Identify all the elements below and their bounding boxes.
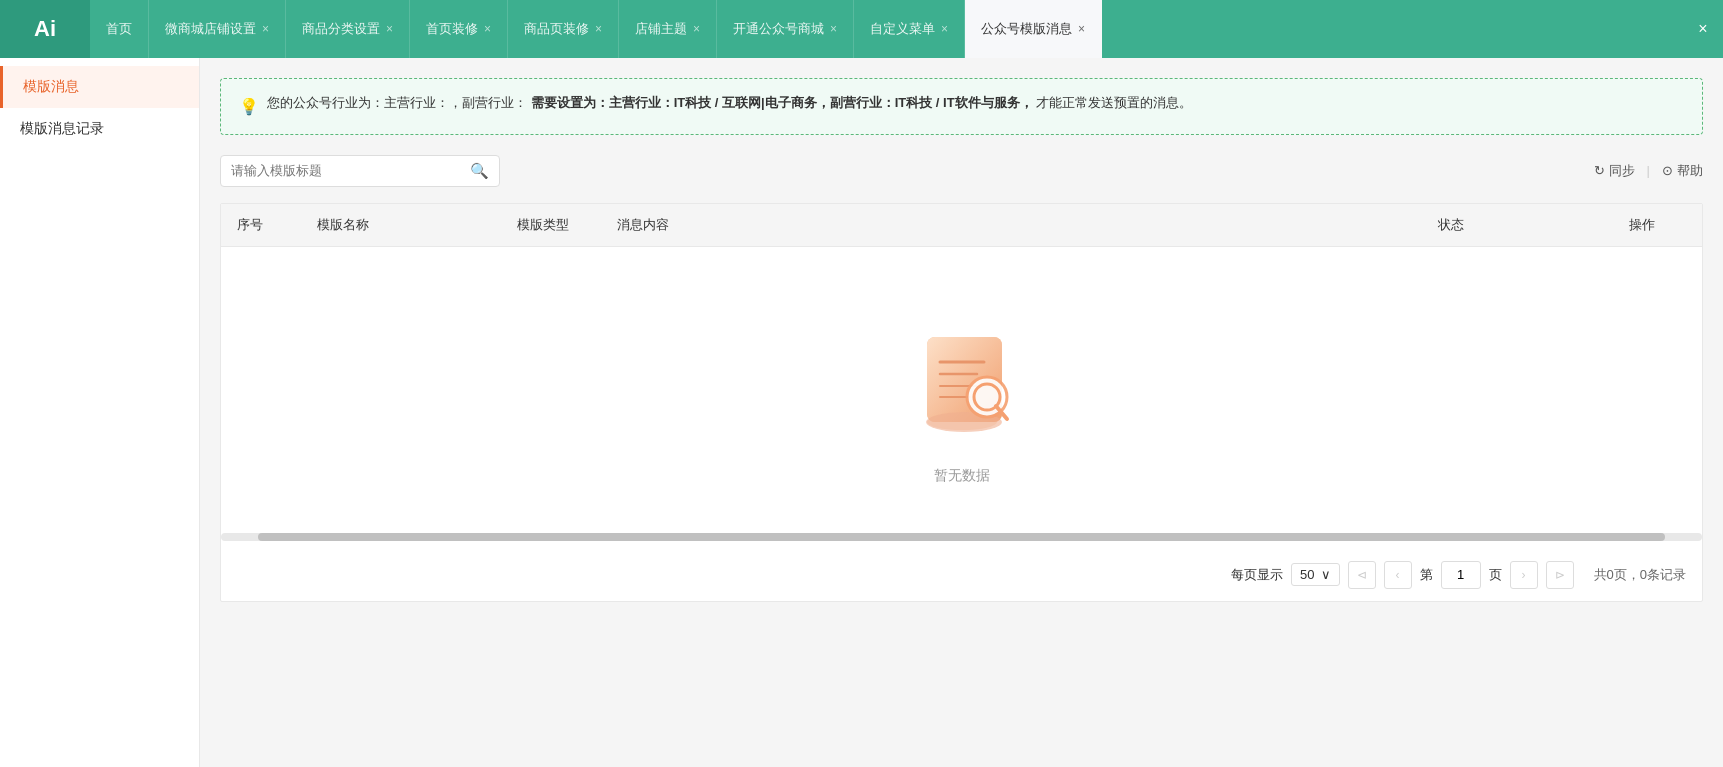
tab-close-1[interactable]: ×	[262, 22, 269, 36]
sidebar: 模版消息模版消息记录	[0, 58, 200, 767]
chevron-down-icon: ∨	[1321, 567, 1331, 582]
help-icon: ⊙	[1662, 163, 1673, 178]
alert-icon: 💡	[239, 94, 259, 120]
nav-tab-0[interactable]: 首页	[90, 0, 149, 58]
nav-tab-7[interactable]: 自定义菜单×	[854, 0, 965, 58]
tab-close-4[interactable]: ×	[595, 22, 602, 36]
table-header: 序号 模版名称 模版类型 消息内容 状态 操作	[221, 204, 1702, 247]
alert-text: 您的公众号行业为：主营行业：，副营行业： 需要设置为：主营行业：IT科技 / 互…	[267, 93, 1192, 114]
nav-tabs: 首页微商城店铺设置×商品分类设置×首页装修×商品页装修×店铺主题×开通公众号商城…	[90, 0, 1683, 58]
empty-icon	[892, 307, 1032, 447]
toolbar-right: ↻ 同步 | ⊙ 帮助	[1594, 162, 1703, 180]
search-input[interactable]	[231, 163, 462, 178]
nav-tab-4[interactable]: 商品页装修×	[508, 0, 619, 58]
per-page-label: 每页显示	[1231, 566, 1283, 584]
scrollbar-thumb[interactable]	[258, 533, 1665, 541]
tab-close-6[interactable]: ×	[830, 22, 837, 36]
divider: |	[1647, 163, 1650, 178]
next-page-button[interactable]: ›	[1510, 561, 1538, 589]
main-layout: 模版消息模版消息记录 💡 您的公众号行业为：主营行业：，副营行业： 需要设置为：…	[0, 58, 1723, 767]
first-page-button[interactable]: ⊲	[1348, 561, 1376, 589]
table-container: 序号 模版名称 模版类型 消息内容 状态 操作	[220, 203, 1703, 602]
content-area: 💡 您的公众号行业为：主营行业：，副营行业： 需要设置为：主营行业：IT科技 /…	[200, 58, 1723, 767]
prev-page-button[interactable]: ‹	[1384, 561, 1412, 589]
nav-tab-2[interactable]: 商品分类设置×	[286, 0, 410, 58]
page-label: 第	[1420, 566, 1433, 584]
sidebar-item-0[interactable]: 模版消息	[0, 66, 199, 108]
per-page-select[interactable]: 50 ∨	[1291, 563, 1339, 586]
search-input-wrapper[interactable]: 🔍	[220, 155, 500, 187]
page-unit: 页	[1489, 566, 1502, 584]
empty-text: 暂无数据	[934, 467, 990, 485]
page-number-input[interactable]	[1441, 561, 1481, 589]
tab-close-5[interactable]: ×	[693, 22, 700, 36]
app-logo: Ai	[0, 0, 90, 58]
help-button[interactable]: ⊙ 帮助	[1662, 162, 1703, 180]
nav-tab-8[interactable]: 公众号模版消息×	[965, 0, 1102, 58]
col-type: 模版类型	[501, 204, 601, 246]
empty-state: 暂无数据	[221, 247, 1702, 525]
sync-button[interactable]: ↻ 同步	[1594, 162, 1635, 180]
col-content: 消息内容	[601, 204, 1422, 246]
scrollbar-track[interactable]	[221, 533, 1702, 541]
tab-close-2[interactable]: ×	[386, 22, 393, 36]
sidebar-item-1[interactable]: 模版消息记录	[0, 108, 199, 150]
search-icon[interactable]: 🔍	[470, 162, 489, 180]
search-bar: 🔍 ↻ 同步 | ⊙ 帮助	[220, 155, 1703, 187]
nav-tab-6[interactable]: 开通公众号商城×	[717, 0, 854, 58]
col-name: 模版名称	[301, 204, 501, 246]
sync-icon: ↻	[1594, 163, 1605, 178]
tab-close-7[interactable]: ×	[941, 22, 948, 36]
total-info: 共0页，0条记录	[1594, 566, 1686, 584]
nav-tab-1[interactable]: 微商城店铺设置×	[149, 0, 286, 58]
nav-tab-5[interactable]: 店铺主题×	[619, 0, 717, 58]
tab-close-3[interactable]: ×	[484, 22, 491, 36]
top-nav: Ai 首页微商城店铺设置×商品分类设置×首页装修×商品页装修×店铺主题×开通公众…	[0, 0, 1723, 58]
alert-box: 💡 您的公众号行业为：主营行业：，副营行业： 需要设置为：主营行业：IT科技 /…	[220, 78, 1703, 135]
pagination: 每页显示 50 ∨ ⊲ ‹ 第 页 › ⊳ 共0页，0条记录	[221, 549, 1702, 601]
col-seq: 序号	[221, 204, 301, 246]
col-action: 操作	[1582, 204, 1702, 246]
nav-tab-3[interactable]: 首页装修×	[410, 0, 508, 58]
tab-close-8[interactable]: ×	[1078, 22, 1085, 36]
last-page-button[interactable]: ⊳	[1546, 561, 1574, 589]
close-all-button[interactable]: ×	[1683, 0, 1723, 58]
col-status: 状态	[1422, 204, 1582, 246]
